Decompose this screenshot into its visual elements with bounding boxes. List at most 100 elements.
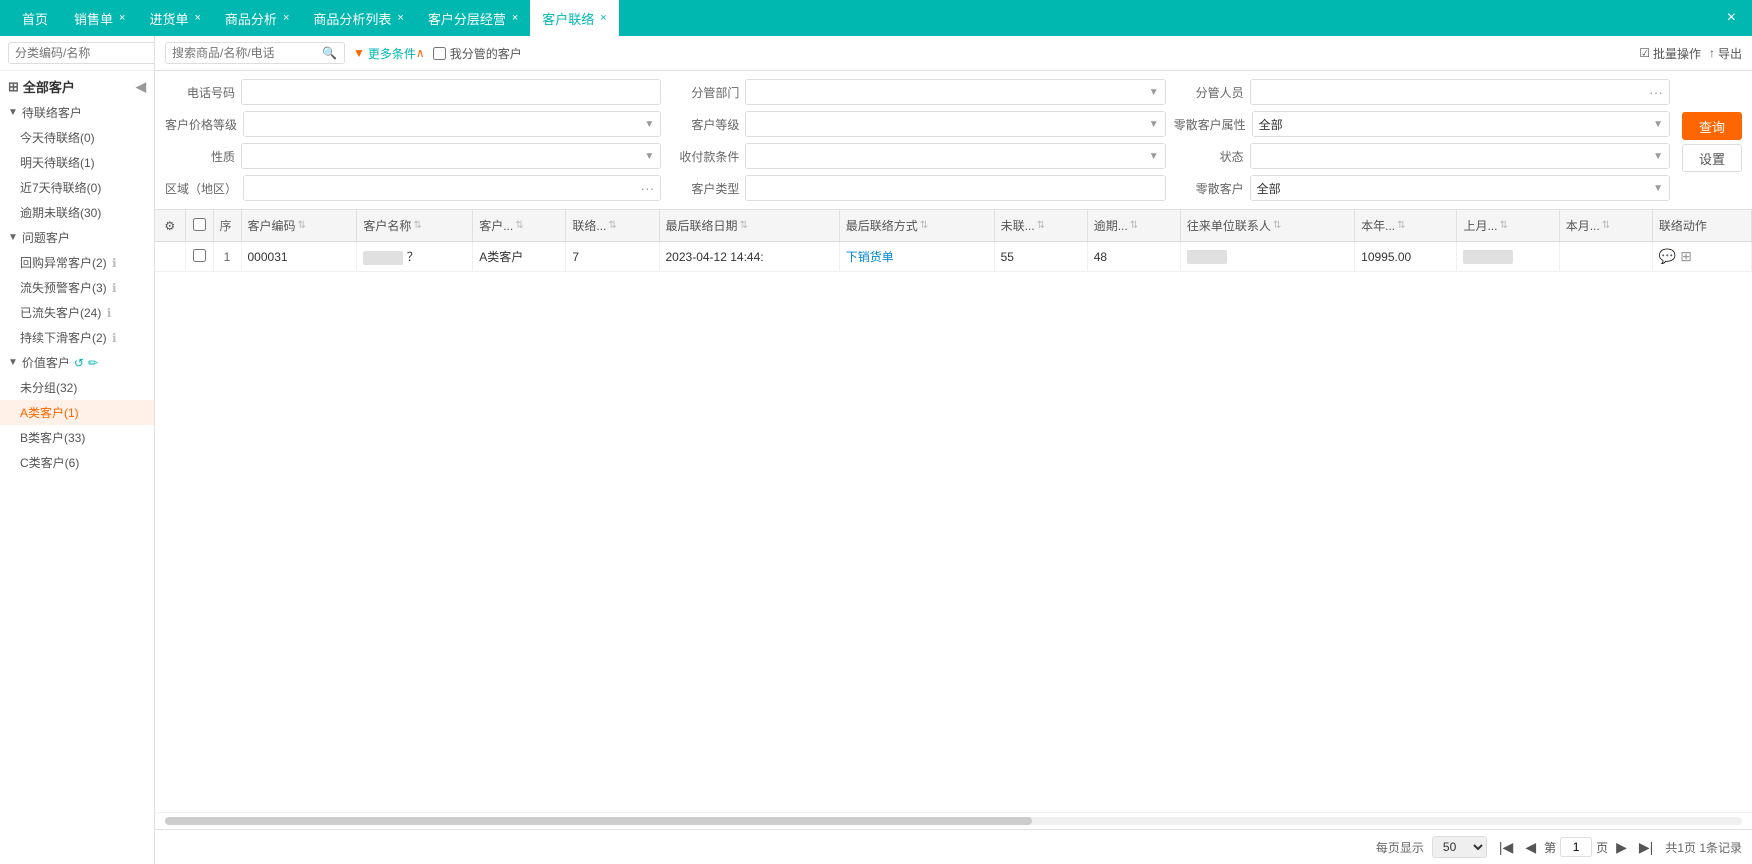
settings-button[interactable]: 设置	[1682, 144, 1742, 172]
filter-phone-input[interactable]	[241, 79, 661, 105]
gear-icon[interactable]: ⚙	[164, 219, 175, 233]
sidebar-item-lost[interactable]: 已流失客户(24) ℹ	[0, 300, 154, 325]
toolbar-search-input[interactable]	[172, 46, 322, 60]
nav-product-analysis[interactable]: 商品分析 ×	[213, 0, 301, 36]
close-customer-contact-icon[interactable]: ×	[600, 12, 606, 24]
sort-method-icon[interactable]: ⇅	[920, 220, 928, 231]
scrollbar-track[interactable]	[165, 817, 1742, 825]
scrollbar-thumb[interactable]	[165, 817, 1032, 825]
filter-more-btn[interactable]: ▼ 更多条件 ∧	[353, 45, 425, 62]
sort-unit-contact-icon[interactable]: ⇅	[1273, 220, 1281, 231]
sidebar-item-tomorrow[interactable]: 明天待联络(1)	[0, 150, 154, 175]
close-product-analysis-list-icon[interactable]: ×	[397, 12, 403, 24]
page-size-select[interactable]: 50 100 200	[1432, 836, 1487, 858]
nav-customer-contact[interactable]: 客户联络 ×	[530, 0, 618, 36]
select-all-checkbox[interactable]	[193, 218, 206, 231]
nav-purchase[interactable]: 进货单 ×	[137, 0, 212, 36]
sidebar: 🔍 ⊞ 全部客户 ◀ ▼ 待联络客户 今天待联络(0) 明天待联络(1) 近7天…	[0, 36, 155, 864]
th-current-month: 本月... ⇅	[1559, 210, 1652, 242]
name-masked	[363, 251, 403, 265]
sidebar-group-problem[interactable]: ▼ 问题客户	[0, 225, 154, 250]
th-customer-type: 客户... ⇅	[473, 210, 566, 242]
sidebar-item-ungroup[interactable]: 未分组(32)	[0, 375, 154, 400]
sort-overdue-icon[interactable]: ⇅	[1130, 220, 1138, 231]
filter-price-level-select[interactable]: ▼	[243, 111, 661, 137]
horizontal-scrollbar[interactable]	[155, 812, 1752, 829]
window-close-icon[interactable]: ×	[1719, 9, 1744, 27]
close-product-analysis-icon[interactable]: ×	[283, 12, 289, 24]
filter-region-select[interactable]: ···	[243, 175, 661, 201]
edit-group-icon[interactable]: ✏	[88, 356, 98, 370]
my-customer-checkbox-label[interactable]: 我分管的客户	[433, 45, 522, 62]
td-last-contact-method: 下销货单	[839, 242, 994, 272]
sidebar-item-today[interactable]: 今天待联络(0)	[0, 125, 154, 150]
filter-scatter-customer-select[interactable]: 全部▼	[1250, 175, 1670, 201]
toolbar-search-icon[interactable]: 🔍	[322, 46, 337, 60]
export-icon: ↑	[1709, 46, 1715, 60]
sidebar-item-class-c[interactable]: C类客户(6)	[0, 450, 154, 475]
sidebar-group-value[interactable]: ▼ 价值客户 ↺ ✏	[0, 350, 154, 375]
last-page-btn[interactable]: ▶|	[1635, 837, 1657, 858]
sidebar-search-input[interactable]	[8, 42, 155, 64]
nav-sales[interactable]: 销售单 ×	[62, 0, 137, 36]
filter-manager-select[interactable]: ···	[1250, 79, 1670, 105]
filter-status-select[interactable]: ▼	[1250, 143, 1670, 169]
next-page-btn[interactable]: ▶	[1612, 837, 1631, 858]
filter-scatter-customer: 零散客户 全部▼	[1174, 175, 1670, 201]
last-contact-method-link[interactable]: 下销货单	[846, 250, 894, 264]
sort-not-contacted-icon[interactable]: ⇅	[1037, 220, 1045, 231]
close-sales-icon[interactable]: ×	[119, 12, 125, 24]
table-container: ⚙ 序 客户编码 ⇅	[155, 210, 1752, 812]
close-customer-segment-icon[interactable]: ×	[512, 12, 518, 24]
refresh-icon[interactable]: ↺	[74, 356, 84, 370]
filter-nature-select[interactable]: ▼	[241, 143, 661, 169]
nature-chevron-icon: ▼	[644, 151, 654, 162]
prev-page-btn[interactable]: ◀	[1521, 837, 1540, 858]
sort-month-icon[interactable]: ⇅	[1602, 220, 1610, 231]
filter-payment-select[interactable]: ▼	[745, 143, 1165, 169]
th-last-month: 上月... ⇅	[1457, 210, 1559, 242]
row-checkbox[interactable]	[193, 249, 206, 262]
top-nav: 首页 销售单 × 进货单 × 商品分析 × 商品分析列表 × 客户分层经营 × …	[0, 0, 1752, 36]
batch-operation-btn[interactable]: ☑ 批量操作	[1639, 45, 1701, 62]
td-code: 000031	[241, 242, 357, 272]
nav-customer-segment[interactable]: 客户分层经营 ×	[416, 0, 530, 36]
filter-customer-type-input[interactable]	[745, 175, 1165, 201]
sidebar-item-declining[interactable]: 持续下滑客户(2) ℹ	[0, 325, 154, 350]
export-btn[interactable]: ↑ 导出	[1709, 45, 1742, 62]
message-action-icon[interactable]: 💬	[1659, 248, 1676, 265]
nav-product-analysis-list[interactable]: 商品分析列表 ×	[301, 0, 415, 36]
sidebar-item-overdue[interactable]: 逾期未联络(30)	[0, 200, 154, 225]
filter-nature: 性质 ▼	[165, 143, 661, 169]
query-button[interactable]: 查询	[1682, 112, 1742, 140]
my-customer-checkbox[interactable]	[433, 47, 446, 60]
page-number-input[interactable]	[1560, 837, 1592, 857]
filter-icon: ▼	[353, 46, 365, 60]
th-current-year: 本年... ⇅	[1355, 210, 1457, 242]
nav-home[interactable]: 首页	[8, 0, 62, 36]
sidebar-all-customers-header[interactable]: ⊞ 全部客户 ◀	[0, 71, 154, 100]
sort-name-icon[interactable]: ⇅	[413, 220, 421, 231]
filter-status: 状态 ▼	[1174, 143, 1670, 169]
sort-type-icon[interactable]: ⇅	[515, 220, 523, 231]
sort-last-month-icon[interactable]: ⇅	[1499, 220, 1507, 231]
td-overdue: 48	[1087, 242, 1180, 272]
sort-year-icon[interactable]: ⇅	[1397, 220, 1405, 231]
sort-code-icon[interactable]: ⇅	[298, 220, 306, 231]
sort-last-date-icon[interactable]: ⇅	[740, 220, 748, 231]
filter-dept-select[interactable]: ▼	[745, 79, 1165, 105]
close-purchase-icon[interactable]: ×	[194, 12, 200, 24]
first-page-btn[interactable]: |◀	[1495, 837, 1517, 858]
sidebar-group-pending[interactable]: ▼ 待联络客户	[0, 100, 154, 125]
sidebar-item-repurchase-abnormal[interactable]: 回购异常客户(2) ℹ	[0, 250, 154, 275]
filter-scatter-attr-select[interactable]: 全部▼	[1252, 111, 1670, 137]
sidebar-item-7days[interactable]: 近7天待联络(0)	[0, 175, 154, 200]
sidebar-item-class-b[interactable]: B类客户(33)	[0, 425, 154, 450]
sidebar-item-class-a[interactable]: A类客户(1)	[0, 400, 154, 425]
filter-customer-level-select[interactable]: ▼	[745, 111, 1165, 137]
collapse-sidebar-icon[interactable]: ◀	[136, 79, 146, 95]
th-action: 联络动作	[1652, 210, 1751, 242]
sidebar-item-loss-warning[interactable]: 流失预警客户(3) ℹ	[0, 275, 154, 300]
qr-action-icon[interactable]: ⊞	[1680, 248, 1692, 265]
sort-contact-icon[interactable]: ⇅	[608, 220, 616, 231]
